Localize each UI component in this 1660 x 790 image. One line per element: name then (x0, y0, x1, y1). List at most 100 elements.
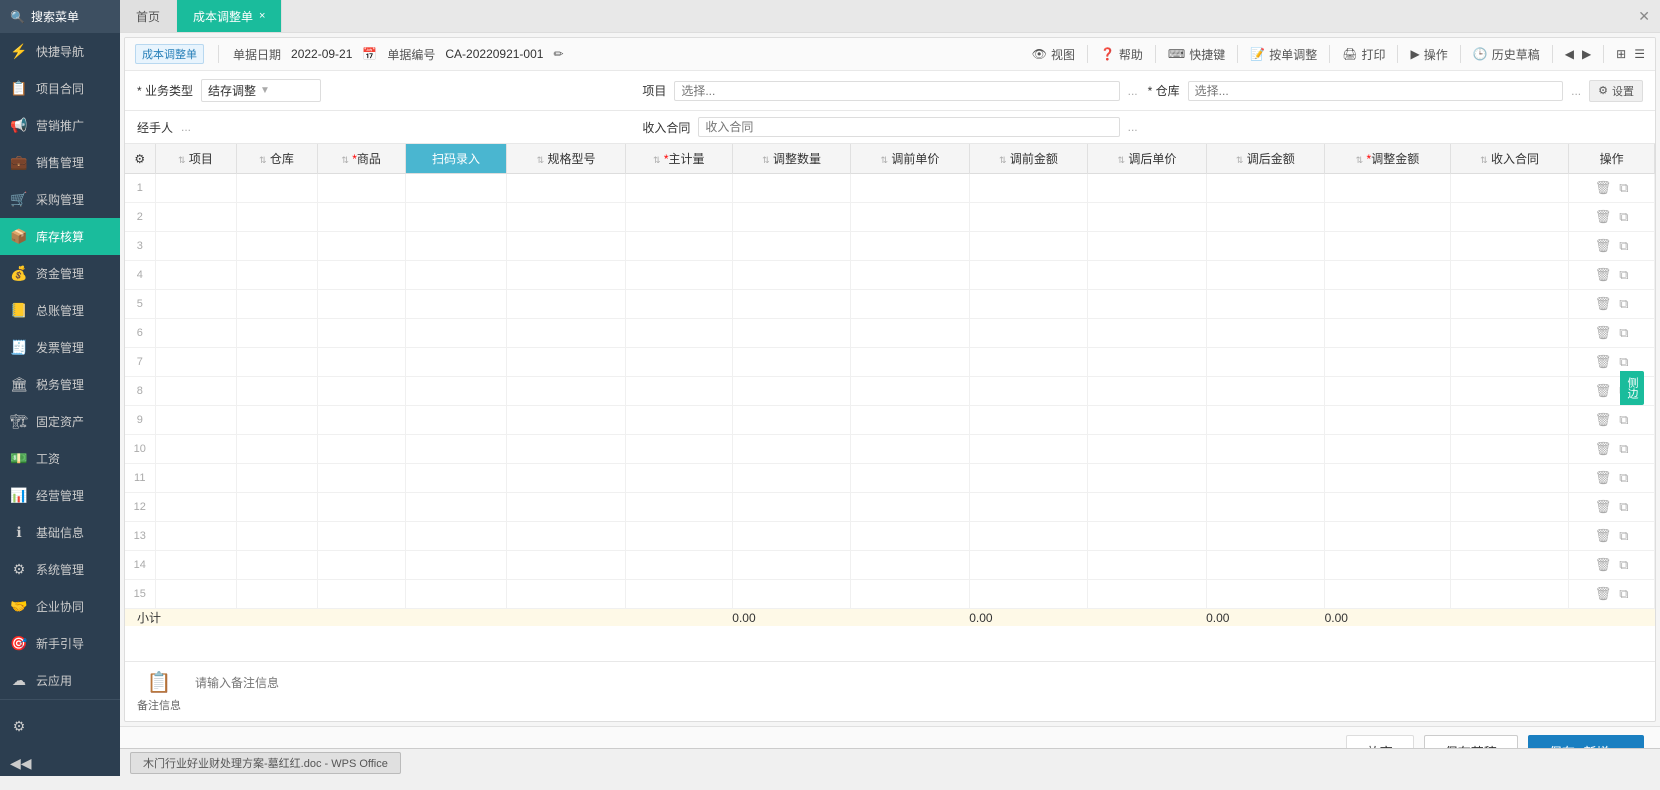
cell-project-7[interactable] (155, 348, 236, 377)
cell-income-contract-4[interactable] (1450, 261, 1568, 290)
cell-spec-13[interactable] (507, 522, 625, 551)
cell-product-13[interactable] (317, 522, 405, 551)
cell-project-8[interactable] (155, 377, 236, 406)
cell-product-1[interactable] (317, 174, 405, 203)
cell-before-amount-8[interactable] (969, 377, 1087, 406)
cell-scan-2[interactable] (405, 203, 506, 232)
cell-after-price-11[interactable] (1088, 464, 1206, 493)
sidebar-item-quick-nav[interactable]: ⚡快捷导航 (0, 33, 120, 70)
toolbar-batch-edit[interactable]: 📝 按单调整 (1250, 46, 1317, 63)
cell-warehouse-7[interactable] (236, 348, 317, 377)
cell-after-price-3[interactable] (1088, 232, 1206, 261)
cell-after-amount-13[interactable] (1206, 522, 1324, 551)
cell-adjust-amount-6[interactable] (1325, 319, 1451, 348)
project-input[interactable] (674, 81, 1119, 101)
cell-unit-6[interactable] (625, 319, 732, 348)
toolbar-history[interactable]: 🕒 历史草稿 (1473, 46, 1540, 63)
cell-product-2[interactable] (317, 203, 405, 232)
sidebar-item-ops-mgmt[interactable]: 📊经营管理 (0, 477, 120, 514)
cell-warehouse-14[interactable] (236, 551, 317, 580)
cell-unit-15[interactable] (625, 580, 732, 609)
cell-income-contract-5[interactable] (1450, 290, 1568, 319)
cell-project-3[interactable] (155, 232, 236, 261)
cell-product-4[interactable] (317, 261, 405, 290)
cell-before-price-2[interactable] (851, 203, 969, 232)
toolbar-next[interactable]: ▶ (1582, 47, 1591, 61)
cell-after-amount-7[interactable] (1206, 348, 1324, 377)
sidebar-item-enterprise[interactable]: 🤝企业协同 (0, 588, 120, 625)
cell-project-5[interactable] (155, 290, 236, 319)
delete-row-3-button[interactable]: 🗑 (1593, 236, 1614, 256)
cell-warehouse-6[interactable] (236, 319, 317, 348)
cell-before-amount-14[interactable] (969, 551, 1087, 580)
cell-scan-1[interactable] (405, 174, 506, 203)
cell-scan-4[interactable] (405, 261, 506, 290)
cell-before-amount-6[interactable] (969, 319, 1087, 348)
cell-product-14[interactable] (317, 551, 405, 580)
sidebar-item-settings[interactable]: ⚙ (0, 708, 120, 745)
notes-input[interactable] (191, 670, 1643, 706)
sidebar-item-fund-mgmt[interactable]: 💰资金管理 (0, 255, 120, 292)
cell-before-amount-10[interactable] (969, 435, 1087, 464)
cell-scan-3[interactable] (405, 232, 506, 261)
cell-income-contract-9[interactable] (1450, 406, 1568, 435)
cell-after-price-5[interactable] (1088, 290, 1206, 319)
business-type-select[interactable]: 结存调整 ▼ (201, 79, 321, 102)
cell-before-amount-3[interactable] (969, 232, 1087, 261)
cell-adjust-qty-8[interactable] (732, 377, 850, 406)
sidebar-item-tax-mgmt[interactable]: 🏛税务管理 (0, 366, 120, 403)
cell-unit-1[interactable] (625, 174, 732, 203)
taskbar-item[interactable]: 木门行业好业财处理方案-墓红红.doc - WPS Office (130, 752, 401, 774)
cell-spec-12[interactable] (507, 493, 625, 522)
cell-product-12[interactable] (317, 493, 405, 522)
copy-row-12-button[interactable]: ⧉ (1617, 497, 1630, 517)
cell-after-price-14[interactable] (1088, 551, 1206, 580)
cell-before-price-12[interactable] (851, 493, 969, 522)
cell-before-price-7[interactable] (851, 348, 969, 377)
cell-before-price-11[interactable] (851, 464, 969, 493)
toolbar-print[interactable]: 🖨 打印 (1342, 46, 1385, 63)
cell-adjust-amount-13[interactable] (1325, 522, 1451, 551)
cell-before-amount-7[interactable] (969, 348, 1087, 377)
cell-income-contract-10[interactable] (1450, 435, 1568, 464)
cell-product-3[interactable] (317, 232, 405, 261)
delete-row-10-button[interactable]: 🗑 (1593, 439, 1614, 459)
cell-after-amount-4[interactable] (1206, 261, 1324, 290)
cell-project-1[interactable] (155, 174, 236, 203)
cell-before-price-14[interactable] (851, 551, 969, 580)
cell-before-amount-5[interactable] (969, 290, 1087, 319)
settings-button[interactable]: ⚙ 设置 (1589, 80, 1643, 102)
cell-unit-10[interactable] (625, 435, 732, 464)
cell-spec-4[interactable] (507, 261, 625, 290)
cell-spec-14[interactable] (507, 551, 625, 580)
cell-income-contract-8[interactable] (1450, 377, 1568, 406)
cell-adjust-amount-12[interactable] (1325, 493, 1451, 522)
cell-before-price-9[interactable] (851, 406, 969, 435)
cell-adjust-amount-4[interactable] (1325, 261, 1451, 290)
cell-unit-2[interactable] (625, 203, 732, 232)
cell-after-price-10[interactable] (1088, 435, 1206, 464)
cell-after-price-15[interactable] (1088, 580, 1206, 609)
toolbar-view[interactable]: 👁 视图 (1032, 46, 1075, 63)
cell-before-amount-4[interactable] (969, 261, 1087, 290)
cell-after-amount-12[interactable] (1206, 493, 1324, 522)
delete-row-1-button[interactable]: 🗑 (1593, 178, 1614, 198)
copy-row-9-button[interactable]: ⧉ (1617, 410, 1630, 430)
cell-adjust-amount-10[interactable] (1325, 435, 1451, 464)
sidebar-item-sales-mgmt[interactable]: 💼销售管理 (0, 144, 120, 181)
cell-project-10[interactable] (155, 435, 236, 464)
cell-before-price-1[interactable] (851, 174, 969, 203)
cell-spec-2[interactable] (507, 203, 625, 232)
cell-after-price-13[interactable] (1088, 522, 1206, 551)
cell-adjust-amount-8[interactable] (1325, 377, 1451, 406)
cell-before-price-10[interactable] (851, 435, 969, 464)
cell-project-6[interactable] (155, 319, 236, 348)
toolbar-grid-view[interactable]: ⊞ (1616, 47, 1626, 61)
cell-before-amount-15[interactable] (969, 580, 1087, 609)
cell-unit-14[interactable] (625, 551, 732, 580)
cell-project-11[interactable] (155, 464, 236, 493)
tab-home[interactable]: 首页 (120, 0, 177, 32)
delete-row-2-button[interactable]: 🗑 (1593, 207, 1614, 227)
sidebar-item-sales-promo[interactable]: 📢营销推广 (0, 107, 120, 144)
cell-adjust-qty-10[interactable] (732, 435, 850, 464)
